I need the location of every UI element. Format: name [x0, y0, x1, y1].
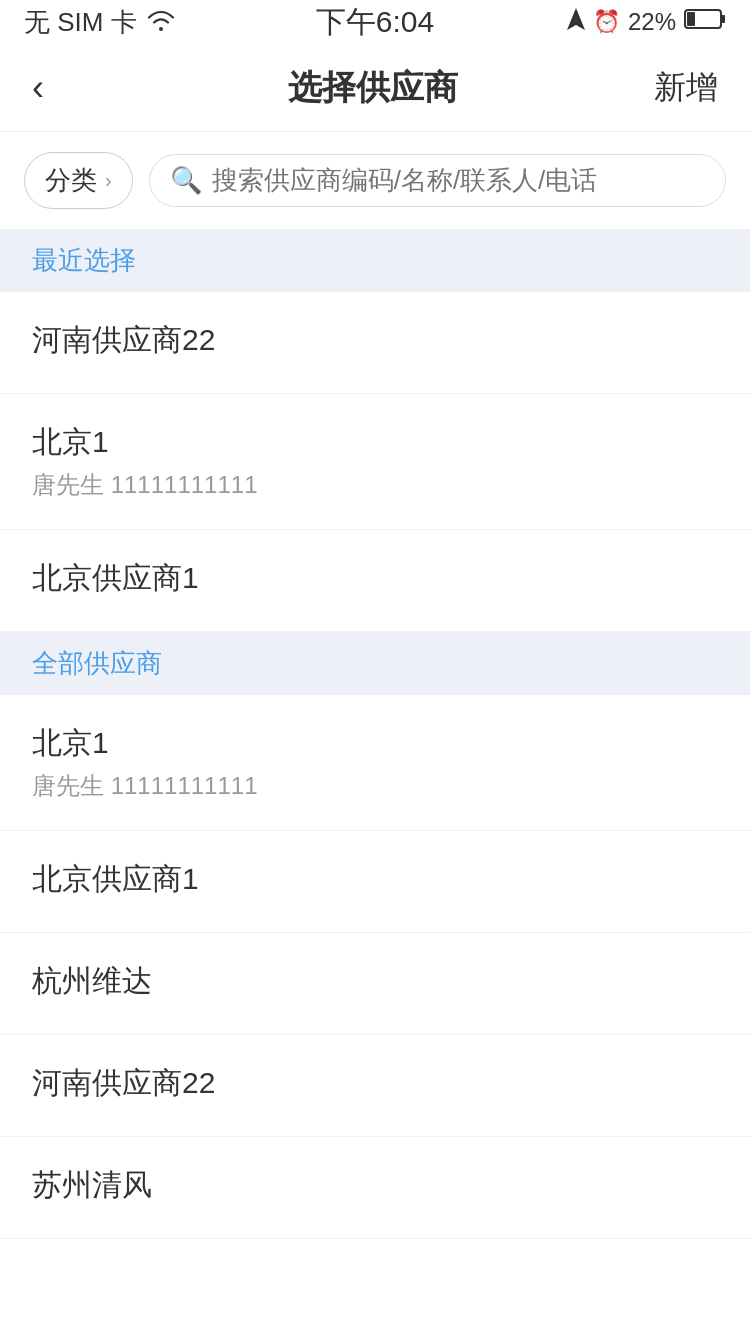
- wifi-icon: [147, 7, 175, 38]
- category-filter-button[interactable]: 分类 ›: [24, 152, 133, 209]
- list-item[interactable]: 苏州清风: [0, 1137, 750, 1239]
- item-name: 河南供应商22: [32, 320, 718, 361]
- all-list: 北京1 唐先生 11111111111 北京供应商1 杭州维达 河南供应商22 …: [0, 695, 750, 1239]
- recent-list: 河南供应商22 北京1 唐先生 11111111111 北京供应商1: [0, 292, 750, 632]
- page-title: 选择供应商: [288, 65, 458, 111]
- nav-bar: ‹ 选择供应商 新增: [0, 44, 750, 132]
- search-box: 🔍: [149, 154, 726, 207]
- search-input[interactable]: [212, 165, 705, 196]
- item-name: 北京供应商1: [32, 558, 718, 599]
- item-detail: 唐先生 11111111111: [32, 469, 718, 501]
- location-icon: [567, 8, 585, 36]
- item-name: 北京1: [32, 723, 718, 764]
- search-icon: 🔍: [170, 165, 202, 196]
- status-right: ⏰ 22%: [567, 8, 726, 36]
- all-section-header: 全部供应商: [0, 632, 750, 695]
- alarm-icon: ⏰: [593, 9, 620, 35]
- item-name: 杭州维达: [32, 961, 718, 1002]
- recent-section-header: 最近选择: [0, 229, 750, 292]
- item-detail: 唐先生 11111111111: [32, 770, 718, 802]
- carrier-text: 无 SIM 卡: [24, 5, 137, 40]
- add-button[interactable]: 新增: [654, 66, 718, 110]
- back-button[interactable]: ‹: [32, 67, 92, 109]
- category-label: 分类: [45, 163, 97, 198]
- list-item[interactable]: 河南供应商22: [0, 1035, 750, 1137]
- list-item[interactable]: 北京1 唐先生 11111111111: [0, 394, 750, 530]
- svg-rect-2: [687, 12, 695, 26]
- status-time: 下午6:04: [316, 2, 434, 43]
- list-item[interactable]: 河南供应商22: [0, 292, 750, 394]
- list-item[interactable]: 北京供应商1: [0, 831, 750, 933]
- battery-text: 22%: [628, 8, 676, 36]
- list-item[interactable]: 北京1 唐先生 11111111111: [0, 695, 750, 831]
- status-bar: 无 SIM 卡 下午6:04 ⏰ 22%: [0, 0, 750, 44]
- item-name: 北京1: [32, 422, 718, 463]
- svg-rect-1: [721, 15, 725, 23]
- item-name: 苏州清风: [32, 1165, 718, 1206]
- battery-icon: [684, 8, 726, 36]
- list-item[interactable]: 杭州维达: [0, 933, 750, 1035]
- item-name: 北京供应商1: [32, 859, 718, 900]
- list-item[interactable]: 北京供应商1: [0, 530, 750, 632]
- item-name: 河南供应商22: [32, 1063, 718, 1104]
- status-left: 无 SIM 卡: [24, 5, 175, 40]
- chevron-right-icon: ›: [105, 169, 112, 192]
- filter-bar: 分类 › 🔍: [0, 132, 750, 229]
